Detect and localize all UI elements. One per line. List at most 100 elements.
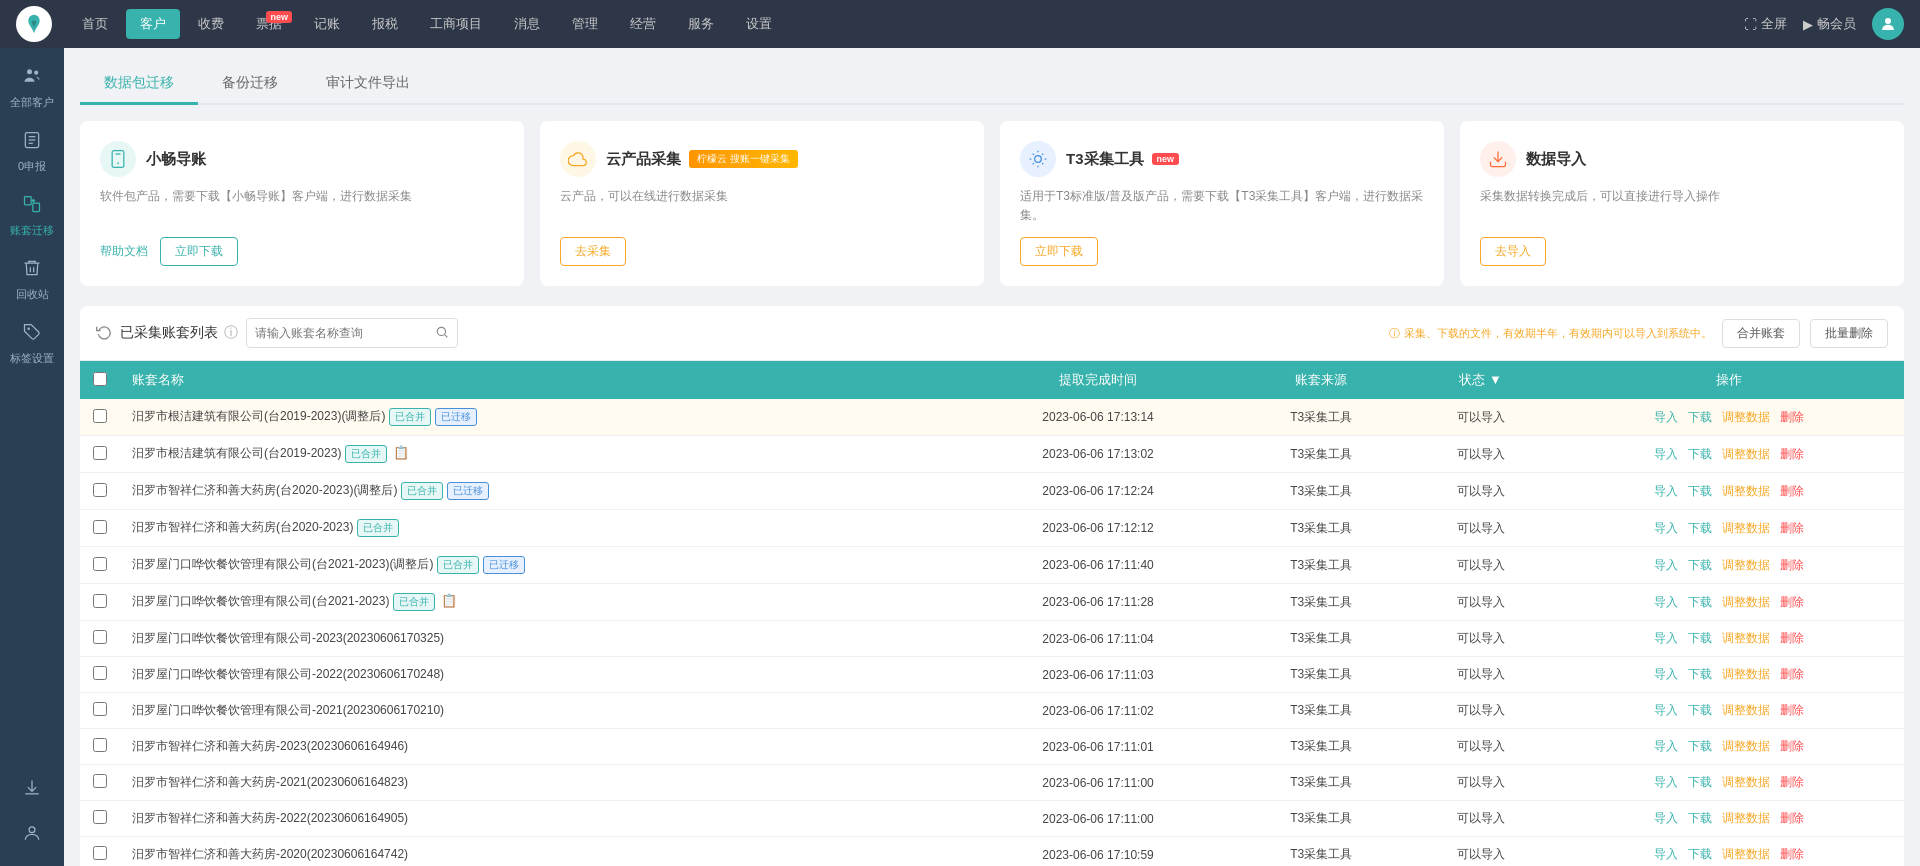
op-调整数据[interactable]: 调整数据 bbox=[1722, 520, 1770, 537]
xiaochang-download-btn[interactable]: 立即下载 bbox=[160, 237, 238, 266]
op-删除[interactable]: 删除 bbox=[1780, 738, 1804, 755]
op-调整数据[interactable]: 调整数据 bbox=[1722, 446, 1770, 463]
search-input[interactable] bbox=[247, 326, 427, 340]
op-调整数据[interactable]: 调整数据 bbox=[1722, 557, 1770, 574]
nav-item-industry[interactable]: 工商项目 bbox=[416, 9, 496, 39]
op-下载[interactable]: 下载 bbox=[1688, 630, 1712, 647]
row-checkbox[interactable] bbox=[93, 594, 107, 608]
info-icon[interactable]: ⓘ bbox=[224, 324, 238, 342]
op-删除[interactable]: 删除 bbox=[1780, 446, 1804, 463]
row-checkbox[interactable] bbox=[93, 810, 107, 824]
op-删除[interactable]: 删除 bbox=[1780, 846, 1804, 863]
op-下载[interactable]: 下载 bbox=[1688, 483, 1712, 500]
search-button[interactable] bbox=[427, 325, 457, 342]
nav-item-manage[interactable]: 管理 bbox=[558, 9, 612, 39]
nav-item-message[interactable]: 消息 bbox=[500, 9, 554, 39]
sidebar-item-zero-report[interactable]: 0申报 bbox=[0, 120, 64, 184]
op-导入[interactable]: 导入 bbox=[1654, 774, 1678, 791]
op-调整数据[interactable]: 调整数据 bbox=[1722, 630, 1770, 647]
op-删除[interactable]: 删除 bbox=[1780, 409, 1804, 426]
sidebar-item-migration[interactable]: 账套迁移 bbox=[0, 184, 64, 248]
op-删除[interactable]: 删除 bbox=[1780, 483, 1804, 500]
op-调整数据[interactable]: 调整数据 bbox=[1722, 702, 1770, 719]
row-checkbox[interactable] bbox=[93, 483, 107, 497]
merge-accounts-btn[interactable]: 合并账套 bbox=[1722, 319, 1800, 348]
row-checkbox[interactable] bbox=[93, 446, 107, 460]
tab-backup-migration[interactable]: 备份迁移 bbox=[198, 64, 302, 105]
op-下载[interactable]: 下载 bbox=[1688, 409, 1712, 426]
nav-item-invoice[interactable]: 票据new bbox=[242, 9, 296, 39]
op-调整数据[interactable]: 调整数据 bbox=[1722, 846, 1770, 863]
op-导入[interactable]: 导入 bbox=[1654, 738, 1678, 755]
op-下载[interactable]: 下载 bbox=[1688, 702, 1712, 719]
op-下载[interactable]: 下载 bbox=[1688, 520, 1712, 537]
op-下载[interactable]: 下载 bbox=[1688, 446, 1712, 463]
op-删除[interactable]: 删除 bbox=[1780, 774, 1804, 791]
op-下载[interactable]: 下载 bbox=[1688, 846, 1712, 863]
row-extra-icon[interactable]: 📋 bbox=[441, 593, 457, 608]
row-checkbox[interactable] bbox=[93, 774, 107, 788]
op-删除[interactable]: 删除 bbox=[1780, 666, 1804, 683]
sidebar-item-all-clients[interactable]: 全部客户 bbox=[0, 56, 64, 120]
op-下载[interactable]: 下载 bbox=[1688, 774, 1712, 791]
help-doc-link[interactable]: 帮助文档 bbox=[100, 243, 148, 260]
nav-item-settings[interactable]: 设置 bbox=[732, 9, 786, 39]
row-checkbox[interactable] bbox=[93, 630, 107, 644]
op-导入[interactable]: 导入 bbox=[1654, 810, 1678, 827]
cloud-collect-btn[interactable]: 去采集 bbox=[560, 237, 626, 266]
select-all-checkbox[interactable] bbox=[93, 372, 107, 386]
op-导入[interactable]: 导入 bbox=[1654, 702, 1678, 719]
nav-item-home[interactable]: 首页 bbox=[68, 9, 122, 39]
op-调整数据[interactable]: 调整数据 bbox=[1722, 594, 1770, 611]
op-下载[interactable]: 下载 bbox=[1688, 738, 1712, 755]
op-调整数据[interactable]: 调整数据 bbox=[1722, 666, 1770, 683]
nav-item-fee[interactable]: 收费 bbox=[184, 9, 238, 39]
tab-data-migration[interactable]: 数据包迁移 bbox=[80, 64, 198, 105]
op-调整数据[interactable]: 调整数据 bbox=[1722, 774, 1770, 791]
op-导入[interactable]: 导入 bbox=[1654, 594, 1678, 611]
op-导入[interactable]: 导入 bbox=[1654, 666, 1678, 683]
op-删除[interactable]: 删除 bbox=[1780, 520, 1804, 537]
row-checkbox[interactable] bbox=[93, 702, 107, 716]
row-checkbox[interactable] bbox=[93, 409, 107, 423]
op-导入[interactable]: 导入 bbox=[1654, 409, 1678, 426]
op-下载[interactable]: 下载 bbox=[1688, 557, 1712, 574]
download-icon[interactable] bbox=[16, 772, 48, 809]
op-调整数据[interactable]: 调整数据 bbox=[1722, 738, 1770, 755]
row-checkbox[interactable] bbox=[93, 666, 107, 680]
fullscreen-btn[interactable]: ⛶ 全屏 bbox=[1744, 15, 1787, 33]
op-导入[interactable]: 导入 bbox=[1654, 630, 1678, 647]
user-avatar[interactable] bbox=[1872, 8, 1904, 40]
op-导入[interactable]: 导入 bbox=[1654, 446, 1678, 463]
row-checkbox[interactable] bbox=[93, 846, 107, 860]
op-导入[interactable]: 导入 bbox=[1654, 846, 1678, 863]
col-status[interactable]: 状态 ▼ bbox=[1408, 361, 1553, 399]
op-删除[interactable]: 删除 bbox=[1780, 810, 1804, 827]
op-下载[interactable]: 下载 bbox=[1688, 666, 1712, 683]
op-删除[interactable]: 删除 bbox=[1780, 557, 1804, 574]
op-删除[interactable]: 删除 bbox=[1780, 630, 1804, 647]
app-logo[interactable] bbox=[16, 6, 52, 42]
nav-item-account[interactable]: 记账 bbox=[300, 9, 354, 39]
nav-item-operation[interactable]: 经营 bbox=[616, 9, 670, 39]
op-调整数据[interactable]: 调整数据 bbox=[1722, 483, 1770, 500]
op-下载[interactable]: 下载 bbox=[1688, 594, 1712, 611]
refresh-icon[interactable] bbox=[96, 324, 112, 343]
nav-item-client[interactable]: 客户 bbox=[126, 9, 180, 39]
row-checkbox[interactable] bbox=[93, 520, 107, 534]
batch-delete-btn[interactable]: 批量删除 bbox=[1810, 319, 1888, 348]
op-调整数据[interactable]: 调整数据 bbox=[1722, 810, 1770, 827]
op-导入[interactable]: 导入 bbox=[1654, 483, 1678, 500]
row-checkbox[interactable] bbox=[93, 738, 107, 752]
sidebar-item-tag-settings[interactable]: 标签设置 bbox=[0, 312, 64, 376]
op-删除[interactable]: 删除 bbox=[1780, 594, 1804, 611]
user-setting-icon[interactable] bbox=[16, 817, 48, 854]
import-btn[interactable]: 去导入 bbox=[1480, 237, 1546, 266]
row-checkbox[interactable] bbox=[93, 557, 107, 571]
sidebar-item-recycle[interactable]: 回收站 bbox=[0, 248, 64, 312]
nav-item-service[interactable]: 服务 bbox=[674, 9, 728, 39]
row-extra-icon[interactable]: 📋 bbox=[393, 445, 409, 460]
nav-item-tax[interactable]: 报税 bbox=[358, 9, 412, 39]
member-btn[interactable]: ▶ 畅会员 bbox=[1803, 15, 1856, 33]
op-删除[interactable]: 删除 bbox=[1780, 702, 1804, 719]
